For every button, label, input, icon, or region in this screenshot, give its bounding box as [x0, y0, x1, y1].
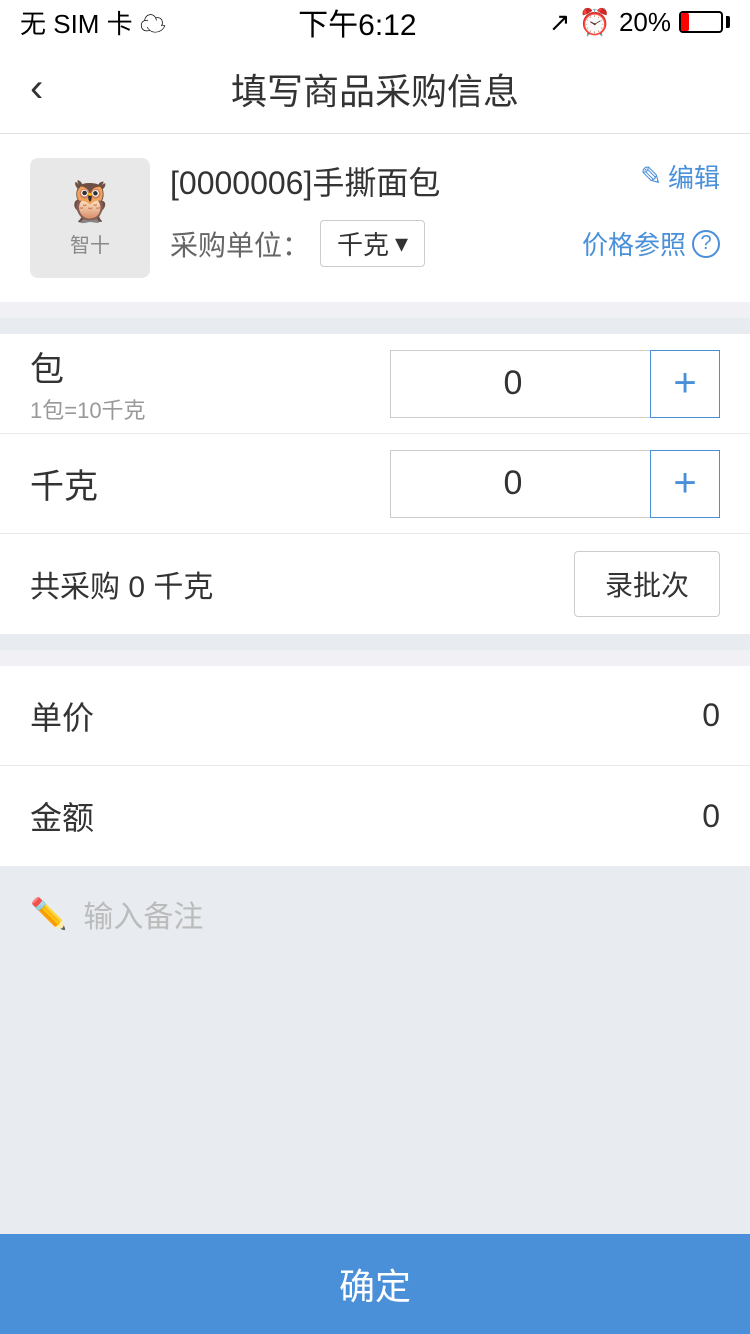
pack-label-group: 包 1包=10千克 [30, 342, 150, 425]
price-section: 单价 0 金额 0 [0, 666, 750, 866]
battery-indicator [679, 11, 730, 33]
product-name-row: [0000006]手撕面包 ✎ 编辑 [170, 158, 720, 204]
confirm-button[interactable]: 确定 [0, 1234, 750, 1334]
pack-input-row: 包 1包=10千克 + [0, 334, 750, 434]
status-time: 下午6:12 [298, 0, 416, 44]
notes-section[interactable]: ✏️ 输入备注 [0, 866, 750, 962]
status-network: 无 SIM 卡 ☁ [20, 4, 166, 41]
edit-icon: ✎ [640, 161, 662, 192]
amount-row: 金额 0 [0, 766, 750, 866]
amount-value: 0 [702, 798, 720, 835]
kg-qty-input[interactable] [390, 450, 650, 518]
brand-text: 智十 [70, 229, 110, 258]
unit-label-text: 采购单位： [170, 224, 310, 264]
kg-input-group: + [390, 450, 720, 518]
price-ref-label: 价格参照 [582, 225, 686, 262]
input-section: 包 1包=10千克 + 千克 + 共采购 0 千克 录批次 [0, 334, 750, 634]
unit-row: 采购单位： 千克 ▾ 价格参照 ? [170, 220, 720, 267]
price-ref-button[interactable]: 价格参照 ? [582, 225, 720, 262]
edit-button[interactable]: ✎ 编辑 [640, 158, 720, 195]
divider-1 [0, 318, 750, 334]
divider-2 [0, 634, 750, 650]
unit-value: 千克 [337, 225, 389, 262]
unit-price-row: 单价 0 [0, 666, 750, 766]
back-button[interactable]: ‹ [30, 66, 43, 111]
kg-plus-button[interactable]: + [650, 450, 720, 518]
edit-label: 编辑 [668, 158, 720, 195]
pack-sublabel: 1包=10千克 [30, 393, 150, 425]
product-section: 🦉 智十 [0000006]手撕面包 ✎ 编辑 采购单位： 千克 ▾ 价格参照 … [0, 134, 750, 302]
page-header: ‹ 填写商品采购信息 [0, 44, 750, 134]
pencil-icon: ✏️ [30, 897, 67, 932]
unit-price-label: 单价 [30, 693, 94, 739]
kg-label-group: 千克 [30, 459, 150, 508]
summary-row: 共采购 0 千克 录批次 [0, 534, 750, 634]
unit-label: 采购单位： 千克 ▾ [170, 220, 425, 267]
amount-label: 金额 [30, 793, 94, 839]
unit-price-value: 0 [702, 697, 720, 734]
unit-select[interactable]: 千克 ▾ [320, 220, 425, 267]
pack-input-group: + [390, 350, 720, 418]
pack-qty-input[interactable] [390, 350, 650, 418]
status-bar: 无 SIM 卡 ☁ 下午6:12 ↗ ⏰ 20% [0, 0, 750, 44]
kg-input-row: 千克 + [0, 434, 750, 534]
product-image: 🦉 智十 [30, 158, 150, 278]
product-name: [0000006]手撕面包 [170, 158, 440, 204]
batch-button[interactable]: 录批次 [574, 551, 720, 617]
product-info: [0000006]手撕面包 ✎ 编辑 采购单位： 千克 ▾ 价格参照 ? [170, 158, 720, 267]
battery-percent: 20% [619, 7, 671, 38]
notes-placeholder: 输入备注 [83, 892, 203, 936]
dropdown-icon: ▾ [395, 228, 408, 259]
summary-text: 共采购 0 千克 [30, 562, 213, 606]
kg-label: 千克 [30, 459, 150, 508]
alarm-icon: ⏰ [579, 7, 611, 38]
owl-icon: 🦉 [65, 178, 115, 225]
help-icon: ? [692, 230, 720, 258]
status-right: ↗ ⏰ 20% [549, 7, 730, 38]
location-icon: ↗ [549, 7, 571, 38]
page-title: 填写商品采购信息 [231, 63, 519, 115]
pack-plus-button[interactable]: + [650, 350, 720, 418]
pack-label: 包 [30, 342, 150, 391]
